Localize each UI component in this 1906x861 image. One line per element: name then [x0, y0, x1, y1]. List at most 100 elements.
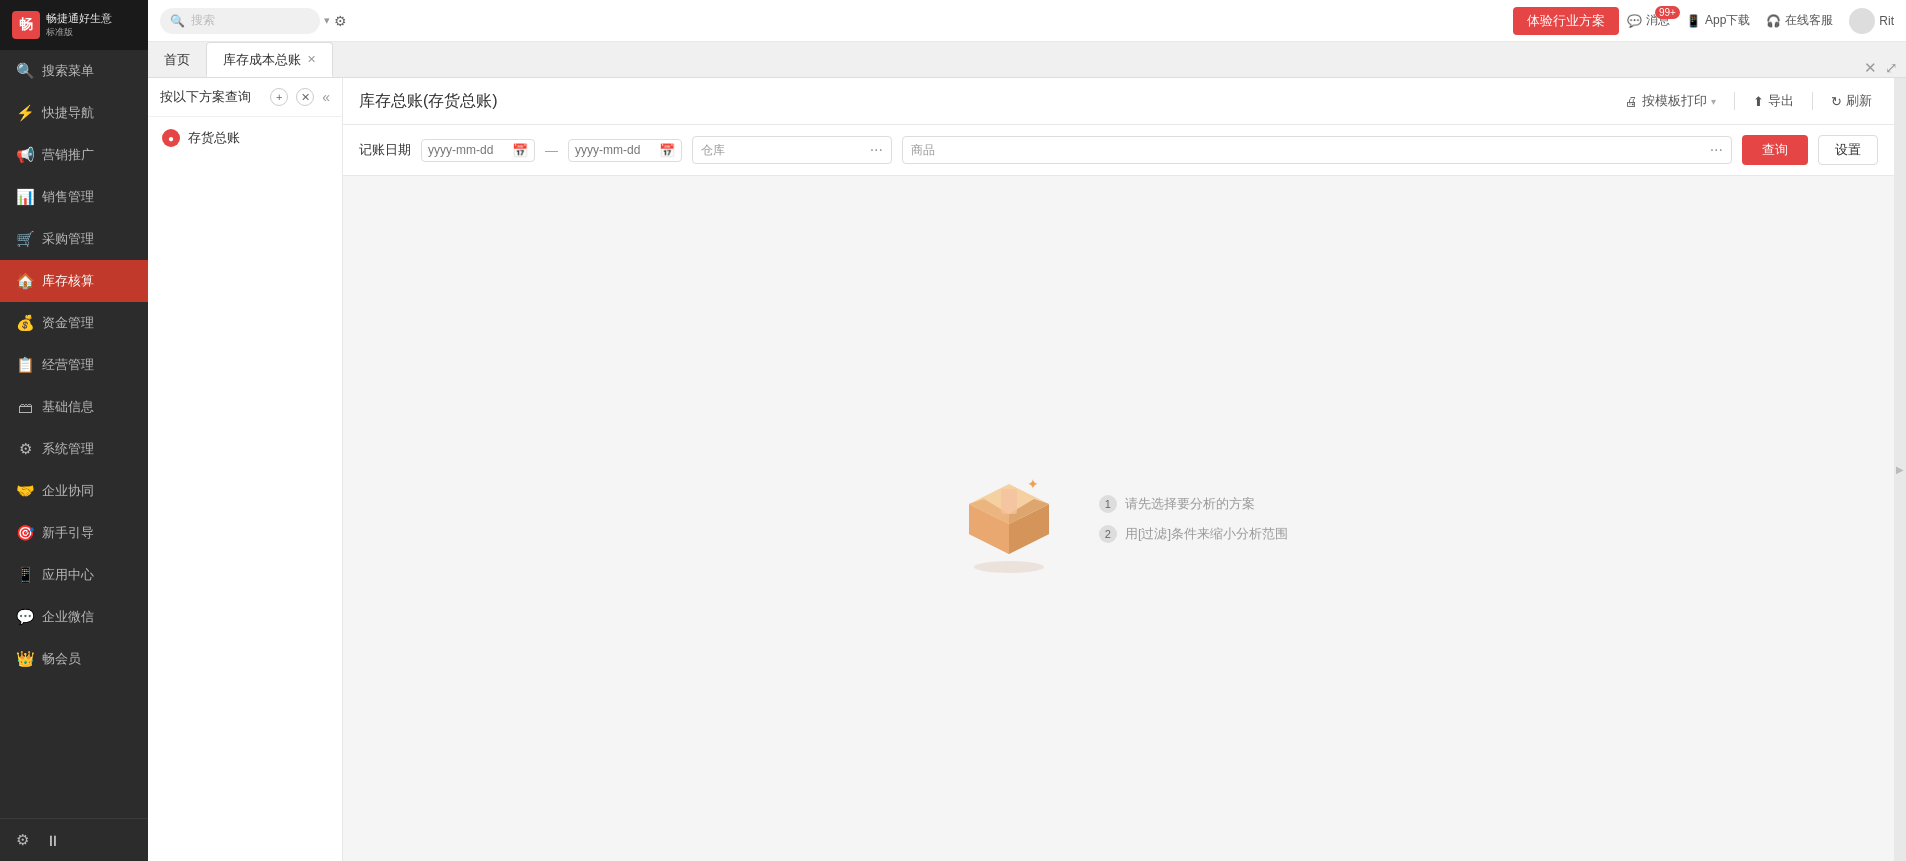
online-service-btn[interactable]: 🎧 在线客服 — [1766, 12, 1833, 29]
newbie-icon: 🎯 — [16, 524, 34, 542]
search-menu-icon: 🔍 — [16, 62, 34, 80]
nav-label-purchase: 采购管理 — [42, 230, 94, 248]
tab-close-icon[interactable]: ✕ — [307, 53, 316, 66]
calendar-start-icon[interactable]: 📅 — [512, 143, 528, 158]
user-avatar — [1849, 8, 1875, 34]
sidebar-item-purchase[interactable]: 🛒采购管理 — [0, 218, 148, 260]
page-header: 库存总账(存货总账) 🖨 按模板打印 ▾ ⬆ 导出 ↻ 刷 — [343, 78, 1894, 125]
filter-item-label: 存货总账 — [188, 129, 240, 147]
topbar-gear-icon[interactable]: ⚙ — [334, 13, 347, 29]
calendar-end-icon[interactable]: 📅 — [659, 143, 675, 158]
warehouse-placeholder: 仓库 — [701, 142, 725, 159]
svg-point-0 — [974, 561, 1044, 573]
empty-tips: 1 请先选择要分析的方案 2 用[过滤]条件来缩小分析范围 — [1099, 495, 1288, 543]
sidebar-item-marketing[interactable]: 📢 营销推广 — [0, 134, 148, 176]
refresh-icon: ↻ — [1831, 94, 1842, 109]
add-filter-icon[interactable]: + — [270, 88, 288, 106]
nav-label-basic-info: 基础信息 — [42, 398, 94, 416]
sidebar-item-search-menu[interactable]: 🔍 搜索菜单 — [0, 50, 148, 92]
sidebar-item-funds[interactable]: 💰资金管理 — [0, 302, 148, 344]
refresh-label: 刷新 — [1846, 92, 1872, 110]
sidebar-nav: 🔍 搜索菜单 ⚡快捷导航 📢 营销推广 📊销售管理🛒采购管理🏠库存核算💰资金管理📋经营管理… — [0, 50, 148, 818]
search-box[interactable]: 🔍 搜索 — [160, 8, 320, 34]
tab-close-all-icon[interactable]: ✕ — [1864, 59, 1877, 77]
filter-item-inventory-ledger[interactable]: ● 存货总账 — [148, 117, 342, 159]
query-btn[interactable]: 查询 — [1742, 135, 1808, 165]
app-download-btn[interactable]: 📱 App下载 — [1686, 12, 1750, 29]
settings-btn[interactable]: 设置 — [1818, 135, 1878, 165]
filter-panel: 按以下方案查询 + ✕ « ● 存货总账 — [148, 78, 343, 861]
industry-btn[interactable]: 体验行业方案 — [1513, 7, 1619, 35]
print-btn[interactable]: 🖨 按模板打印 ▾ — [1619, 88, 1722, 114]
remove-filter-icon[interactable]: ✕ — [296, 88, 314, 106]
nav-label-system: 系统管理 — [42, 440, 94, 458]
filter-title: 按以下方案查询 — [160, 88, 251, 106]
tab-inventory-cost[interactable]: 库存成本总账 ✕ — [206, 42, 333, 77]
member-icon: 👑 — [16, 650, 34, 668]
sidebar-item-operation[interactable]: 📋经营管理 — [0, 344, 148, 386]
sales-icon: 📊 — [16, 188, 34, 206]
content-area: 按以下方案查询 + ✕ « ● 存货总账 库存总账(存货总账) 🖨 — [148, 78, 1906, 861]
export-label: 导出 — [1768, 92, 1794, 110]
nav-label-inventory: 库存核算 — [42, 272, 94, 290]
date-start-field[interactable] — [428, 143, 508, 157]
date-label: 记账日期 — [359, 141, 411, 159]
refresh-btn[interactable]: ↻ 刷新 — [1825, 88, 1878, 114]
marketing-icon: 📢 — [16, 146, 34, 164]
goods-select[interactable]: 商品 ··· — [902, 136, 1732, 164]
sidebar-item-system[interactable]: ⚙系统管理 — [0, 428, 148, 470]
user-menu[interactable]: Rit — [1849, 8, 1894, 34]
sidebar-item-sales[interactable]: 📊销售管理 — [0, 176, 148, 218]
tip-item-1: 1 请先选择要分析的方案 — [1099, 495, 1288, 513]
sidebar-item-app-center[interactable]: 📱应用中心 — [0, 554, 148, 596]
wechat-icon: 💬 — [16, 608, 34, 626]
export-btn[interactable]: ⬆ 导出 — [1747, 88, 1800, 114]
sidebar-item-quick-nav[interactable]: ⚡快捷导航 — [0, 92, 148, 134]
date-end-field[interactable] — [575, 143, 655, 157]
collapse-filter-icon[interactable]: « — [322, 89, 330, 105]
nav-label-marketing: 营销推广 — [42, 146, 94, 164]
app-download-label: App下载 — [1705, 12, 1750, 29]
topbar: 🔍 搜索 ▾ ⚙ 体验行业方案 💬 消息 99+ 📱 App下载 🎧 在线客服 — [148, 0, 1906, 42]
nav-label-member: 畅会员 — [42, 650, 81, 668]
tab-home-label: 首页 — [164, 51, 190, 69]
nav-label-enterprise: 企业协同 — [42, 482, 94, 500]
nav-label-search-menu: 搜索菜单 — [42, 62, 94, 80]
search-placeholder: 搜索 — [191, 12, 215, 29]
sound-icon[interactable]: ⏸ — [45, 832, 60, 849]
chevron-down-icon[interactable]: ▾ — [324, 14, 330, 27]
empty-illustration: ✦ — [949, 459, 1069, 579]
sidebar-item-basic-info[interactable]: 🗃 基础信息 — [0, 386, 148, 428]
message-btn[interactable]: 💬 消息 99+ — [1627, 12, 1670, 29]
date-start-input[interactable]: 📅 — [421, 139, 535, 162]
warehouse-more-icon[interactable]: ··· — [870, 141, 883, 159]
logo-icon: 畅 — [12, 11, 40, 39]
warehouse-select[interactable]: 仓库 ··· — [692, 136, 892, 164]
empty-box-svg: ✦ — [949, 459, 1069, 579]
right-panel-hint[interactable]: ▶ — [1894, 78, 1906, 861]
filter-dot-icon: ● — [162, 129, 180, 147]
sidebar-item-enterprise[interactable]: 🤝 企业协同 — [0, 470, 148, 512]
filter-header: 按以下方案查询 + ✕ « — [148, 78, 342, 117]
nav-label-wechat: 企业微信 — [42, 608, 94, 626]
goods-placeholder: 商品 — [911, 142, 935, 159]
goods-more-icon[interactable]: ··· — [1710, 141, 1723, 159]
date-end-input[interactable]: 📅 — [568, 139, 682, 162]
sidebar-item-inventory[interactable]: 🏠库存核算 — [0, 260, 148, 302]
search-icon: 🔍 — [170, 14, 185, 28]
enterprise-icon: 🤝 — [16, 482, 34, 500]
svg-rect-8 — [1001, 489, 1017, 514]
quick-nav-icon: ⚡ — [16, 104, 34, 122]
tab-home[interactable]: 首页 — [148, 42, 206, 77]
basic-info-icon: 🗃 — [16, 399, 34, 416]
settings-icon[interactable]: ⚙ — [16, 831, 29, 849]
sidebar-item-wechat[interactable]: 💬 企业微信 — [0, 596, 148, 638]
sidebar-item-newbie[interactable]: 🎯新手引导 — [0, 512, 148, 554]
sidebar-item-member[interactable]: 👑 畅会员 — [0, 638, 148, 680]
main-area: 🔍 搜索 ▾ ⚙ 体验行业方案 💬 消息 99+ 📱 App下载 🎧 在线客服 — [148, 0, 1906, 861]
tip-num-1: 1 — [1099, 495, 1117, 513]
tab-expand-icon[interactable]: ⤢ — [1885, 59, 1898, 77]
nav-label-funds: 资金管理 — [42, 314, 94, 332]
print-icon: 🖨 — [1625, 94, 1638, 109]
headset-icon: 🎧 — [1766, 14, 1781, 28]
